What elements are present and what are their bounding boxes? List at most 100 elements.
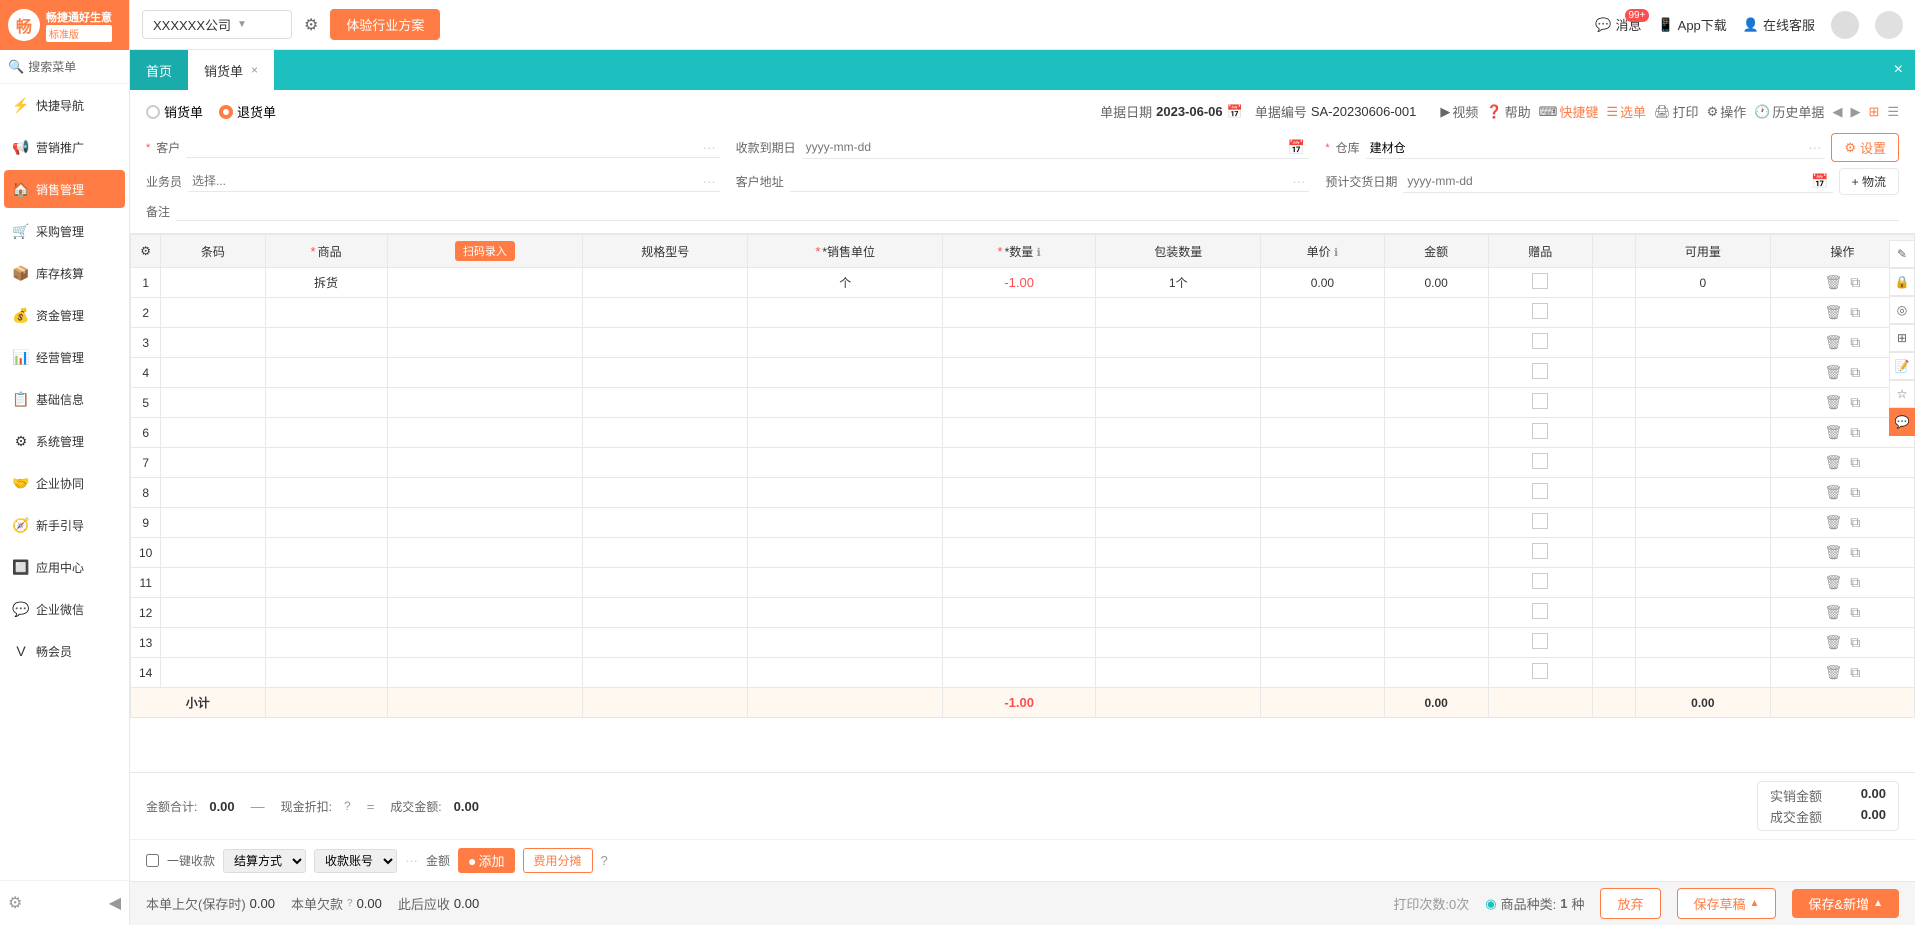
tab-close-icon[interactable]: ×	[251, 63, 258, 77]
delete-row-icon[interactable]: 🗑	[1822, 572, 1844, 593]
add-button[interactable]: ● 添加	[458, 848, 514, 873]
warehouse-dots-icon[interactable]: ···	[1808, 140, 1821, 155]
sidebar-item-system[interactable]: ⚙ 系统管理	[4, 422, 125, 460]
cell-goods[interactable]: 拆货	[265, 268, 387, 298]
shortcut-action[interactable]: ⌨ 快捷键	[1539, 102, 1599, 121]
account-select[interactable]: 收款账号	[314, 849, 397, 873]
settings-icon[interactable]: ⚙	[4, 889, 26, 917]
float-btn-4[interactable]: ⊞	[1889, 324, 1915, 352]
float-btn-3[interactable]: ◎	[1889, 296, 1915, 324]
delete-row-icon[interactable]: 🗑	[1822, 332, 1844, 353]
delete-row-icon[interactable]: 🗑	[1822, 512, 1844, 533]
settings-button[interactable]: ⚙ 设置	[1831, 133, 1899, 162]
discount-help-icon[interactable]: ?	[344, 799, 351, 813]
sidebar-item-sales[interactable]: 🏠 销售管理	[4, 170, 125, 208]
float-btn-2[interactable]: 🔒	[1889, 268, 1915, 296]
avatar[interactable]	[1831, 11, 1859, 39]
sidebar-item-operations[interactable]: 📊 经营管理	[4, 338, 125, 376]
tab-home[interactable]: 首页	[130, 50, 188, 90]
next-icon[interactable]: ▶	[1850, 104, 1860, 120]
cell-spec[interactable]	[583, 268, 748, 298]
company-selector[interactable]: XXXXXX公司 ▼	[142, 10, 292, 39]
delete-row-icon[interactable]: 🗑	[1822, 392, 1844, 413]
th-scan[interactable]: 扫码录入	[387, 235, 583, 268]
copy-row-icon[interactable]: ⧉	[1848, 572, 1862, 593]
calc-method-select[interactable]: 结算方式	[223, 849, 306, 873]
copy-row-icon[interactable]: ⧉	[1848, 422, 1862, 443]
prev-icon[interactable]: ◀	[1832, 104, 1842, 120]
delete-row-icon[interactable]: 🗑	[1822, 272, 1844, 293]
delete-row-icon[interactable]: 🗑	[1822, 482, 1844, 503]
copy-row-icon[interactable]: ⧉	[1848, 332, 1862, 353]
salesperson-dots-icon[interactable]: ···	[703, 174, 716, 189]
radio-sale[interactable]: 销货单	[146, 102, 203, 121]
copy-row-icon[interactable]: ⧉	[1848, 302, 1862, 323]
cell-gift[interactable]	[1488, 268, 1592, 298]
product-type-radio-icon[interactable]: ◉	[1485, 896, 1496, 912]
video-action[interactable]: ▶ 视频	[1440, 102, 1478, 121]
customer-addr-input[interactable]	[794, 174, 1293, 188]
float-btn-6[interactable]: ☆	[1889, 380, 1915, 408]
cell-pack-qty[interactable]: 1个	[1096, 268, 1261, 298]
copy-row-icon[interactable]: ⧉	[1848, 452, 1862, 473]
sidebar-item-quicknav[interactable]: ⚡ 快捷导航	[4, 86, 125, 124]
sidebar-item-finance[interactable]: 💰 资金管理	[4, 296, 125, 334]
cell-amount[interactable]: 0.00	[1384, 268, 1488, 298]
copy-row-icon[interactable]: ⧉	[1848, 632, 1862, 653]
sidebar-item-appstore[interactable]: 🔲 应用中心	[4, 548, 125, 586]
app-download-button[interactable]: 📱 App下载	[1657, 15, 1726, 34]
grid-icon[interactable]: ⊞	[1868, 104, 1879, 120]
copy-row-icon[interactable]: ⧉	[1848, 392, 1862, 413]
sidebar-item-purchase[interactable]: 🛒 采购管理	[4, 212, 125, 250]
cell-qty[interactable]: -1.00	[943, 268, 1096, 298]
delete-row-icon[interactable]: 🗑	[1822, 362, 1844, 383]
operate-action[interactable]: ⚙ 操作	[1707, 102, 1747, 121]
online-support-button[interactable]: 👤 在线客服	[1743, 15, 1815, 34]
list-icon[interactable]: ☰	[1887, 104, 1899, 120]
copy-row-icon[interactable]: ⧉	[1848, 602, 1862, 623]
float-btn-7[interactable]: 💬	[1889, 408, 1915, 436]
customer-balance-help-icon[interactable]: ?	[347, 898, 353, 909]
account-dots-icon[interactable]: ···	[405, 853, 418, 868]
save-draft-button[interactable]: 保存草稿 ▲	[1677, 888, 1777, 919]
sidebar-item-wechat[interactable]: 💬 企业微信	[4, 590, 125, 628]
history-action[interactable]: 🕐 历史单据	[1754, 102, 1824, 121]
cell-unit[interactable]: 个	[748, 268, 943, 298]
float-btn-5[interactable]: 📝	[1889, 352, 1915, 380]
delete-row-icon[interactable]: 🗑	[1822, 662, 1844, 683]
copy-row-icon[interactable]: ⧉	[1848, 662, 1862, 683]
save-new-button[interactable]: 保存&新增 ▲	[1792, 889, 1899, 918]
due-date-calendar-icon[interactable]: 📅	[1288, 139, 1305, 156]
expected-date-input[interactable]	[1407, 174, 1811, 188]
calendar-icon[interactable]: 📅	[1227, 104, 1243, 120]
header-settings-icon[interactable]: ⚙	[300, 11, 322, 39]
sidebar-search[interactable]: 🔍 搜索菜单	[0, 50, 129, 84]
abandon-button[interactable]: 放弃	[1600, 888, 1660, 919]
copy-row-icon[interactable]: ⧉	[1848, 272, 1862, 293]
window-close-icon[interactable]: ×	[1894, 61, 1903, 79]
delete-row-icon[interactable]: 🗑	[1822, 422, 1844, 443]
tab-sales-order[interactable]: 销货单 ×	[188, 50, 274, 90]
logistics-button[interactable]: + 物流	[1839, 168, 1899, 195]
due-date-input[interactable]	[806, 140, 1288, 154]
th-settings[interactable]: ⚙	[131, 235, 161, 268]
customer-dots-icon[interactable]: ···	[703, 140, 716, 155]
expected-date-calendar-icon[interactable]: 📅	[1811, 173, 1828, 190]
addr-dots-icon[interactable]: ···	[1292, 174, 1305, 189]
cell-price[interactable]: 0.00	[1261, 268, 1384, 298]
copy-row-icon[interactable]: ⧉	[1848, 512, 1862, 533]
delete-row-icon[interactable]: 🗑	[1822, 302, 1844, 323]
radio-return[interactable]: 退货单	[219, 102, 276, 121]
expense-split-button[interactable]: 费用分摊	[523, 848, 593, 873]
sidebar-item-basic[interactable]: 📋 基础信息	[4, 380, 125, 418]
sidebar-item-cooperation[interactable]: 🤝 企业协同	[4, 464, 125, 502]
one-click-checkbox[interactable]	[146, 854, 159, 867]
select-action[interactable]: ☰ 选单	[1606, 102, 1646, 121]
scan-button[interactable]: 扫码录入	[455, 241, 515, 261]
print-action[interactable]: 🖨 打印	[1654, 102, 1699, 121]
delete-row-icon[interactable]: 🗑	[1822, 452, 1844, 473]
note-input[interactable]	[180, 204, 1895, 218]
trial-button[interactable]: 体验行业方案	[330, 9, 440, 40]
customer-input[interactable]	[190, 140, 702, 154]
copy-row-icon[interactable]: ⧉	[1848, 482, 1862, 503]
